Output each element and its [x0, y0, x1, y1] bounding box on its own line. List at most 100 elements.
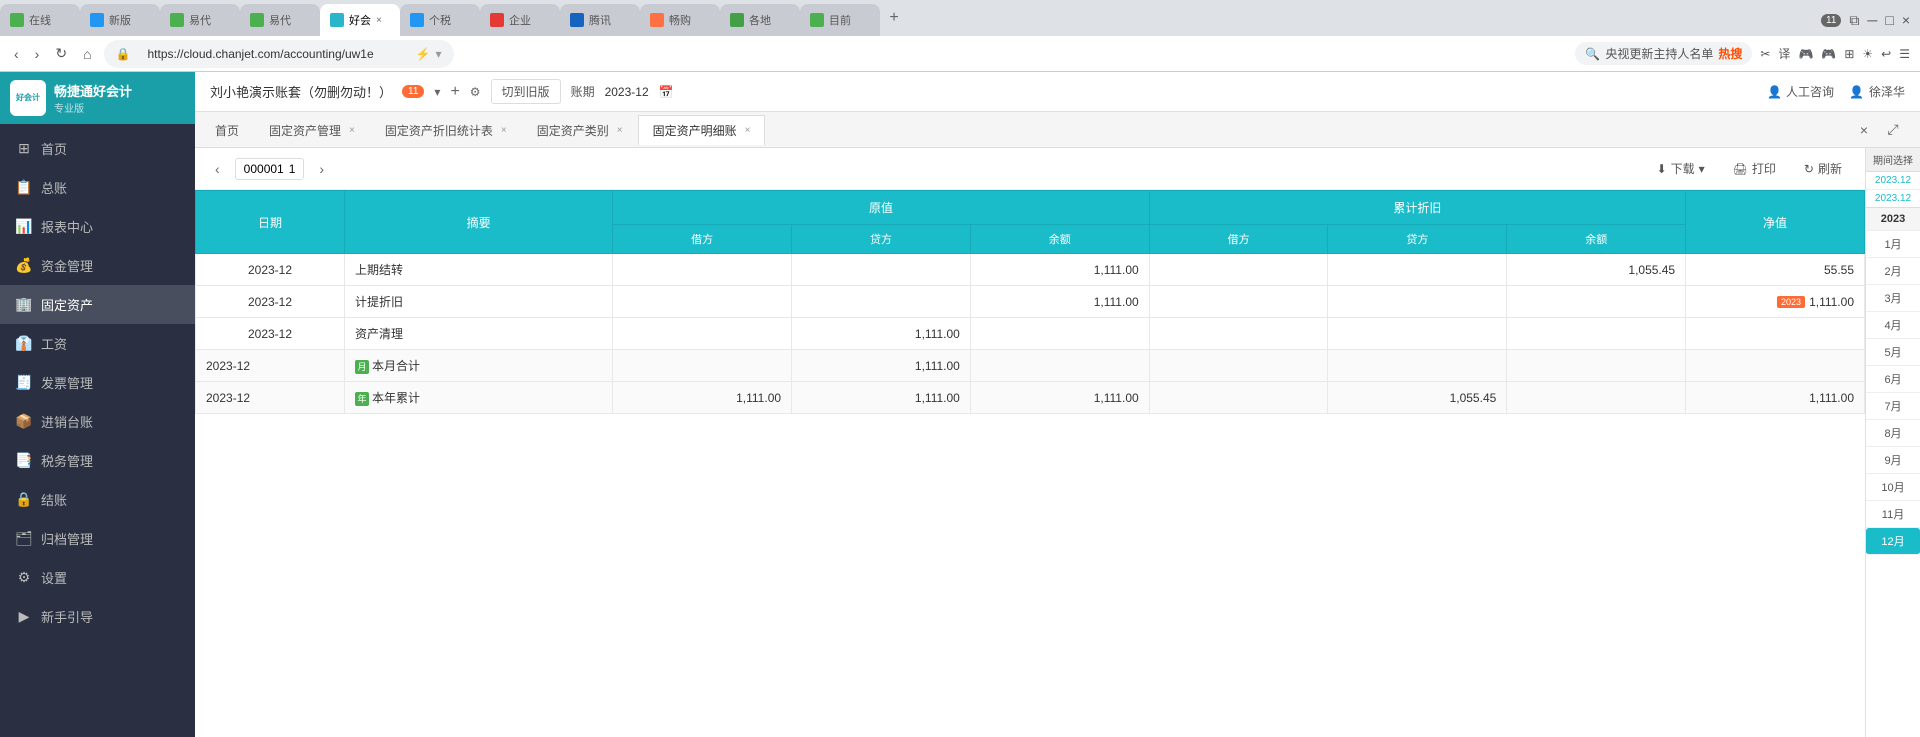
home-button[interactable]: ⌂ [79, 44, 95, 64]
tab-label-qiye: 企业 [509, 12, 531, 28]
download-button[interactable]: ⬇ 下载 ▾ [1649, 156, 1713, 181]
panel-close-button[interactable]: × [1852, 118, 1876, 142]
panel-expand-button[interactable]: ⤢ [1881, 118, 1905, 142]
window-restore-icon[interactable]: ⧉ [1849, 12, 1859, 29]
tab-close-depreciation[interactable]: × [501, 125, 507, 136]
undo-icon[interactable]: ↩ [1881, 47, 1891, 61]
rewards-icon[interactable]: 🎮 [1798, 47, 1813, 61]
switch-version-button[interactable]: 切到旧版 [491, 79, 561, 104]
main-content: 刘小艳演示账套（勿删勿动！） 11 ▾ + ⚙ 切到旧版 账期 2023-12 … [195, 72, 1920, 737]
tab-close-haohui[interactable]: × [376, 15, 382, 26]
month-item-3[interactable]: 3月 [1866, 285, 1920, 312]
print-label: 打印 [1752, 160, 1776, 177]
window-close-icon[interactable]: × [1902, 12, 1910, 28]
tab-category[interactable]: 固定资产类别 × [522, 115, 638, 145]
sidebar-item-archive[interactable]: 🗂 归档管理 [0, 519, 195, 558]
browser-tab-yidai1[interactable]: 易代 [160, 4, 240, 36]
cut-icon[interactable]: ✂ [1760, 47, 1770, 61]
sidebar-item-reports[interactable]: 📊 报表中心 [0, 207, 195, 246]
cell-summary: 计提折旧 [345, 286, 613, 318]
cell-net-value: 55.55 [1686, 254, 1865, 286]
month-item-2[interactable]: 2月 [1866, 258, 1920, 285]
window-maximize-icon[interactable]: □ [1885, 12, 1893, 28]
user-area[interactable]: 👤 徐泽华 [1849, 83, 1905, 100]
add-account-button[interactable]: + [450, 83, 459, 101]
back-button[interactable]: ‹ [10, 44, 23, 64]
print-button[interactable]: 🖨 打印 [1725, 156, 1784, 181]
month-item-12[interactable]: 12月 [1866, 528, 1920, 555]
browser-tab-gedi[interactable]: 各地 [720, 4, 800, 36]
tab-close-detail[interactable]: × [745, 125, 751, 136]
sidebar-item-home[interactable]: ⊞ 首页 [0, 129, 195, 168]
browser-tab-qiye[interactable]: 企业 [480, 4, 560, 36]
theme-icon[interactable]: ☀ [1862, 47, 1873, 61]
sidebar-item-fixed-assets[interactable]: 🏢 固定资产 [0, 285, 195, 324]
sidebar-label-guide: 新手引导 [41, 607, 93, 626]
cell-net-value [1686, 350, 1865, 382]
tab-close-category[interactable]: × [617, 125, 623, 136]
col-orig-credit: 贷方 [792, 225, 971, 254]
cell-accum-balance [1507, 382, 1686, 414]
tab-depreciation[interactable]: 固定资产折旧统计表 × [370, 115, 522, 145]
sidebar: 好会计 畅捷通好会计 专业版 ⊞ 首页 📋 总账 📊 报表中心 💰 资金管 [0, 72, 195, 737]
tab-icon-yidai1 [170, 13, 184, 27]
sidebar-menu: ⊞ 首页 📋 总账 📊 报表中心 💰 资金管理 🏢 固定资产 👔 工资 [0, 124, 195, 737]
settings-menu-icon: ⚙ [15, 569, 33, 587]
browser-tab-online[interactable]: 在线 [0, 4, 80, 36]
sidebar-item-settings[interactable]: ⚙ 设置 [0, 558, 195, 597]
tab-detail[interactable]: 固定资产明细账 × [638, 115, 766, 145]
address-input[interactable] [136, 43, 411, 65]
refresh-button[interactable]: ↻ 刷新 [1796, 156, 1850, 181]
browser-tab-tencent[interactable]: 腾讯 [560, 4, 640, 36]
month-item-8[interactable]: 8月 [1866, 420, 1920, 447]
browser-search-box[interactable]: 🔍 央视更新主持人名单 热搜 [1575, 42, 1752, 65]
translate-icon[interactable]: 译 [1778, 45, 1790, 62]
month-item-7[interactable]: 7月 [1866, 393, 1920, 420]
tab-close-fixed-mgmt[interactable]: × [349, 125, 355, 136]
forward-button[interactable]: › [31, 44, 44, 64]
month-item-4[interactable]: 4月 [1866, 312, 1920, 339]
month-item-6[interactable]: 6月 [1866, 366, 1920, 393]
tab-count-badge: 11 [1821, 14, 1841, 27]
sidebar-item-payroll[interactable]: 👔 工资 [0, 324, 195, 363]
sidebar-item-guide[interactable]: ▶ 新手引导 [0, 597, 195, 636]
year-item-2023[interactable]: 2023 [1866, 208, 1920, 231]
window-minimize-icon[interactable]: ─ [1867, 12, 1877, 28]
tab-fixed-mgmt[interactable]: 固定资产管理 × [254, 115, 370, 145]
menu-icon[interactable]: ☰ [1899, 47, 1910, 61]
browser-tab-yidai2[interactable]: 易代 [240, 4, 320, 36]
month-item-10[interactable]: 10月 [1866, 474, 1920, 501]
payroll-menu-icon: 👔 [15, 335, 33, 353]
grid-icon[interactable]: ⊞ [1844, 47, 1854, 61]
tab-home[interactable]: 首页 [200, 115, 254, 145]
browser-tab-muqian[interactable]: 目前 [800, 4, 880, 36]
browser-tab-haohui[interactable]: 好会 × [320, 4, 400, 36]
browser-tab-new[interactable]: 新版 [80, 4, 160, 36]
browser-tab-geshui[interactable]: 个税 [400, 4, 480, 36]
cell-summary: 上期结转 [345, 254, 613, 286]
sidebar-item-purchase-sale[interactable]: 📦 进销台账 [0, 402, 195, 441]
prev-record-button[interactable]: ‹ [210, 159, 225, 179]
calendar-icon[interactable]: 📅 [659, 85, 674, 99]
sidebar-item-funds[interactable]: 💰 资金管理 [0, 246, 195, 285]
print-icon: 🖨 [1733, 162, 1748, 176]
cell-date: 2023-12 [196, 318, 345, 350]
sidebar-item-closing[interactable]: 🔒 结账 [0, 480, 195, 519]
top-bar-right: 👤 人工咨询 👤 徐泽华 [1767, 83, 1905, 100]
month-item-11[interactable]: 11月 [1866, 501, 1920, 528]
games-icon[interactable]: 🎮 [1821, 47, 1836, 61]
sidebar-item-ledger[interactable]: 📋 总账 [0, 168, 195, 207]
dropdown-icon[interactable]: ▾ [434, 85, 440, 99]
reload-button[interactable]: ↻ [51, 43, 71, 64]
sidebar-item-tax[interactable]: 📑 税务管理 [0, 441, 195, 480]
new-tab-button[interactable]: + [880, 4, 908, 32]
summary-icon: 月 [355, 360, 369, 374]
service-button[interactable]: 👤 人工咨询 [1767, 83, 1834, 100]
browser-tab-chang[interactable]: 畅购 [640, 4, 720, 36]
next-record-button[interactable]: › [314, 159, 329, 179]
month-item-1[interactable]: 1月 [1866, 231, 1920, 258]
month-item-5[interactable]: 5月 [1866, 339, 1920, 366]
month-item-9[interactable]: 9月 [1866, 447, 1920, 474]
sidebar-item-invoice[interactable]: 🧾 发票管理 [0, 363, 195, 402]
settings-gear-icon[interactable]: ⚙ [470, 85, 481, 99]
